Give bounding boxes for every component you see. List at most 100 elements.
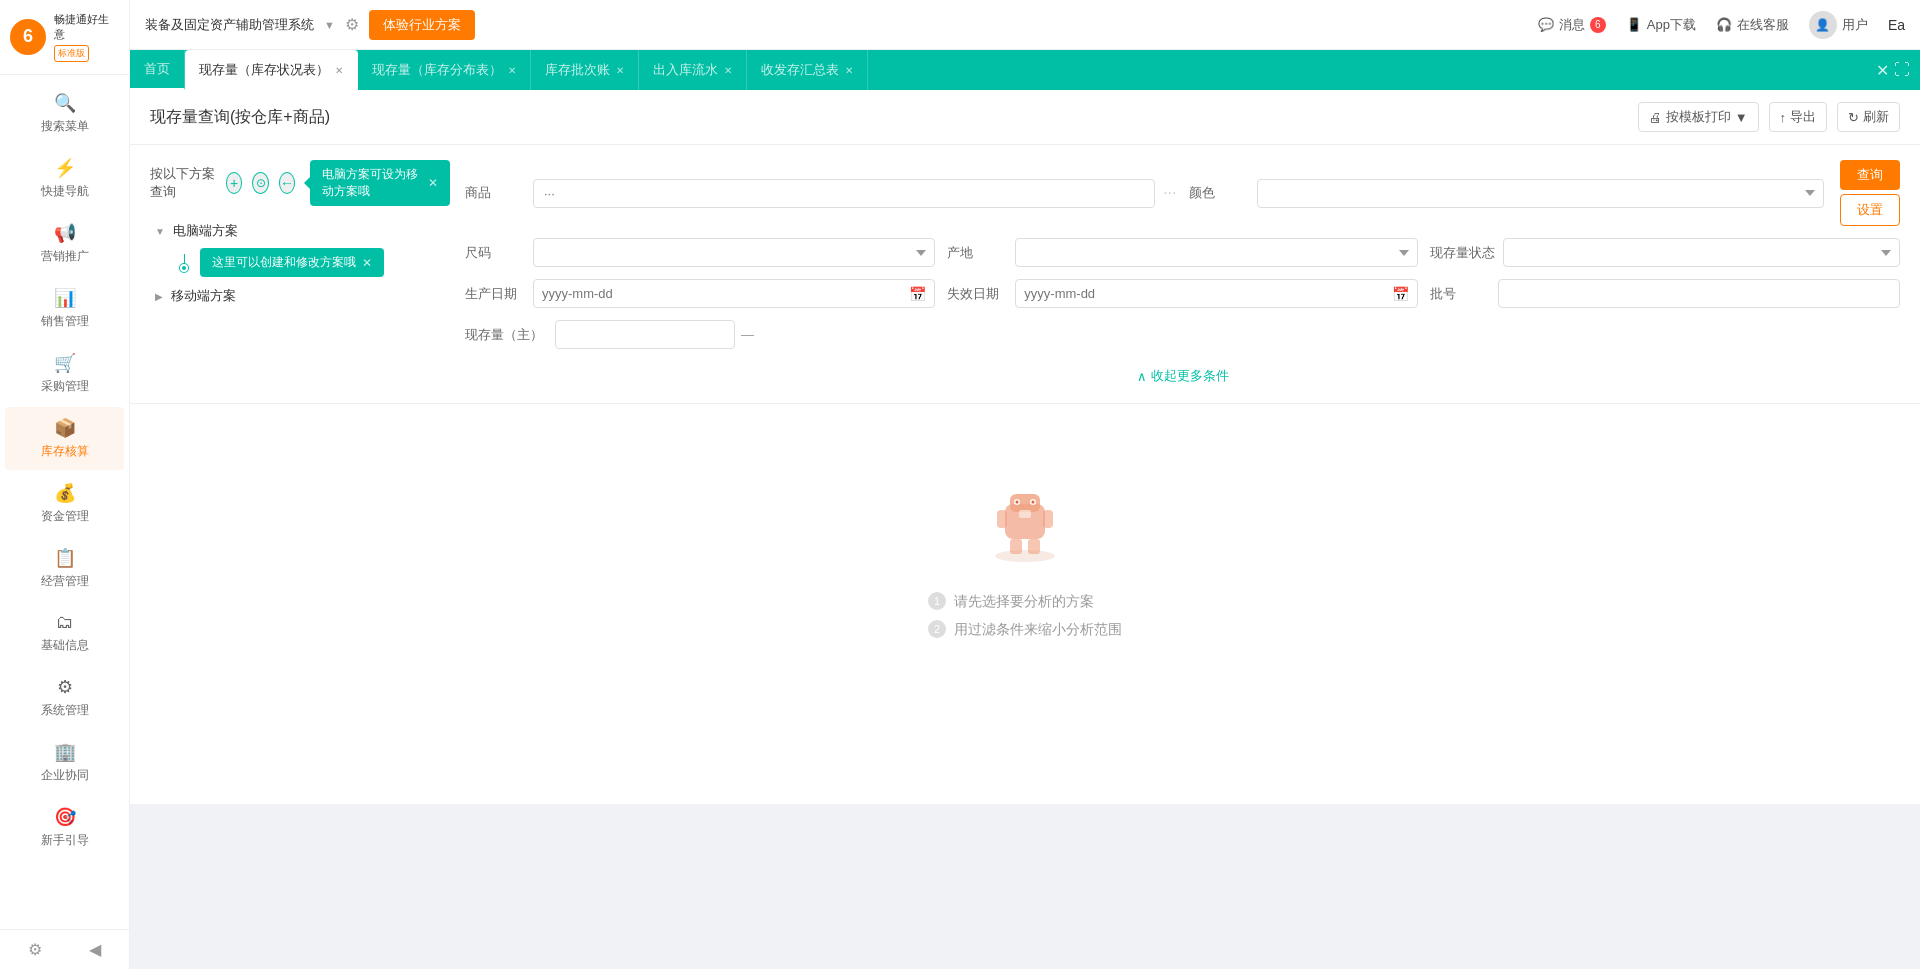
scheme-mobile-label: 移动端方案 <box>171 287 236 305</box>
filter-field-color-row: 颜色 查询 设置 <box>1189 160 1901 226</box>
tab-receive-summary-close[interactable]: ✕ <box>845 65 853 76</box>
sidebar-item-guide[interactable]: 🎯 新手引导 <box>5 796 124 859</box>
message-icon: 💬 <box>1538 17 1554 32</box>
exp-date-input[interactable] <box>1024 280 1387 307</box>
basic-icon: 🗂 <box>56 612 74 633</box>
stock-status-label: 现存量状态 <box>1430 244 1495 262</box>
range-sep: — <box>741 327 754 342</box>
empty-state: 1 请先选择要分析的方案 2 用过滤条件来缩小分析范围 <box>130 404 1920 723</box>
sales-icon: 📊 <box>54 287 76 309</box>
tooltip-create-close[interactable]: ✕ <box>362 256 372 270</box>
collapse-sidebar-btn[interactable]: ◀ <box>89 940 101 959</box>
filter-arrow-btn[interactable]: ← <box>279 172 295 194</box>
tab-close-all-btn[interactable]: ✕ <box>1876 61 1889 80</box>
tab-receive-summary[interactable]: 收发存汇总表 ✕ <box>747 50 868 90</box>
tooltip-scheme-close[interactable]: ✕ <box>428 176 438 190</box>
sidebar-item-inventory[interactable]: 📦 库存核算 <box>5 407 124 470</box>
page-header: 现存量查询(按仓库+商品) 🖨 按模板打印 ▼ ↑ 导出 ↻ 刷新 <box>130 90 1920 145</box>
tab-batch-account[interactable]: 库存批次账 ✕ <box>531 50 639 90</box>
app-download-label: App下载 <box>1647 16 1696 34</box>
mfg-date-label: 生产日期 <box>465 285 525 303</box>
app-download-item[interactable]: 📱 App下载 <box>1626 16 1696 34</box>
filter-copy-btn[interactable]: ⊙ <box>252 172 268 194</box>
collapse-label: 收起更多条件 <box>1151 367 1229 385</box>
settings-btn[interactable]: ⚙ <box>28 940 42 959</box>
filter-field-origin: 产地 <box>947 238 1417 267</box>
tab-receive-summary-label: 收发存汇总表 <box>761 61 839 79</box>
empty-step-2: 2 用过滤条件来缩小分析范围 <box>928 615 1122 643</box>
page-title: 现存量查询(按仓库+商品) <box>150 107 330 128</box>
tab-batch-account-close[interactable]: ✕ <box>616 65 624 76</box>
color-select[interactable] <box>1257 179 1825 208</box>
sidebar-item-sales[interactable]: 📊 销售管理 <box>5 277 124 340</box>
product-label: 商品 <box>465 184 525 202</box>
plan-button[interactable]: 体验行业方案 <box>369 10 475 40</box>
sidebar-item-corp[interactable]: 🏢 企业协同 <box>5 731 124 794</box>
scheme-mobile-toggle[interactable]: ▶ <box>155 291 163 302</box>
empty-step-1: 1 请先选择要分析的方案 <box>928 587 1122 615</box>
sidebar-item-basic[interactable]: 🗂 基础信息 <box>5 602 124 664</box>
sidebar-item-label: 销售管理 <box>41 313 89 330</box>
tab-batch-account-label: 库存批次账 <box>545 61 610 79</box>
mfg-date-field: 📅 <box>533 279 935 308</box>
online-service-item[interactable]: 🎧 在线客服 <box>1716 16 1789 34</box>
filter-header-label: 按以下方案查询 <box>150 165 216 201</box>
tab-in-out-flow[interactable]: 出入库流水 ✕ <box>639 50 747 90</box>
message-item[interactable]: 💬 消息 6 <box>1538 16 1606 34</box>
scheme-desktop-toggle[interactable]: ▼ <box>155 226 165 237</box>
reset-btn[interactable]: 设置 <box>1840 194 1900 226</box>
filter-field-size: 尺码 <box>465 238 935 267</box>
print-btn[interactable]: 🖨 按模板打印 ▼ <box>1638 102 1759 132</box>
exp-date-calendar-icon[interactable]: 📅 <box>1392 286 1409 302</box>
filter-more-fields: 生产日期 📅 失效日期 📅 批号 <box>465 279 1900 308</box>
sidebar-item-quick-nav[interactable]: ⚡ 快捷导航 <box>5 147 124 210</box>
sidebar-item-system[interactable]: ⚙ 系统管理 <box>5 666 124 729</box>
tab-inventory-dist[interactable]: 现存量（库存分布表） ✕ <box>358 50 531 90</box>
header-settings-icon[interactable]: ⚙ <box>345 15 359 34</box>
stock-status-select[interactable] <box>1503 238 1900 267</box>
product-input[interactable] <box>533 179 1155 208</box>
print-icon: 🖨 <box>1649 110 1662 125</box>
online-service-label: 在线客服 <box>1737 16 1789 34</box>
size-select[interactable] <box>533 238 935 267</box>
sidebar-item-label: 搜索菜单 <box>41 118 89 135</box>
mfg-date-input[interactable] <box>542 280 905 307</box>
sidebar-logo: 6 畅捷通好生意 标准版 <box>0 0 129 75</box>
export-btn[interactable]: ↑ 导出 <box>1769 102 1828 132</box>
collapse-bar[interactable]: ∧ 收起更多条件 <box>465 359 1900 393</box>
inventory-icon: 📦 <box>54 417 76 439</box>
sidebar-item-purchase[interactable]: 🛒 采购管理 <box>5 342 124 405</box>
tab-fullscreen-btn[interactable]: ⛶ <box>1894 61 1910 79</box>
step-num-2: 2 <box>928 620 946 638</box>
sidebar-item-marketing[interactable]: 📢 营销推广 <box>5 212 124 275</box>
filter-add-btn[interactable]: + <box>226 172 242 194</box>
batch-no-input[interactable] <box>1498 279 1900 308</box>
tab-inventory-status[interactable]: 现存量（库存状况表） ✕ <box>185 50 358 90</box>
refresh-btn[interactable]: ↻ 刷新 <box>1837 102 1900 132</box>
sidebar-item-operation[interactable]: 📋 经营管理 <box>5 537 124 600</box>
origin-select[interactable] <box>1015 238 1417 267</box>
mfg-date-calendar-icon[interactable]: 📅 <box>909 286 926 302</box>
logo-icon: 6 <box>10 19 46 55</box>
svg-rect-10 <box>1010 539 1022 554</box>
print-dropdown-icon: ▼ <box>1735 110 1748 125</box>
sidebar-item-finance[interactable]: 💰 资金管理 <box>5 472 124 535</box>
tab-in-out-flow-close[interactable]: ✕ <box>724 65 732 76</box>
step-1-text: 请先选择要分析的方案 <box>954 587 1094 615</box>
tab-inventory-dist-close[interactable]: ✕ <box>508 65 516 76</box>
tab-inventory-status-close[interactable]: ✕ <box>335 65 343 76</box>
user-item[interactable]: 👤 用户 <box>1809 11 1868 39</box>
svg-rect-9 <box>1043 510 1053 528</box>
filter-stock-qty-row: 现存量（主） — <box>465 320 1900 349</box>
svg-rect-11 <box>1028 539 1040 554</box>
stock-qty-min-input[interactable] <box>555 320 735 349</box>
query-btn[interactable]: 查询 <box>1840 160 1900 190</box>
sidebar-item-search[interactable]: 🔍 搜索菜单 <box>5 82 124 145</box>
tab-home[interactable]: 首页 <box>130 50 185 90</box>
guide-icon: 🎯 <box>54 806 76 828</box>
sidebar-item-label: 企业协同 <box>41 767 89 784</box>
tab-home-label: 首页 <box>144 60 170 78</box>
service-icon: 🎧 <box>1716 17 1732 32</box>
scheme-desktop-sub: 这里可以创建和修改方案哦 ✕ <box>155 248 450 277</box>
filter-fields-panel: 商品 ··· 颜色 查询 设置 <box>465 160 1900 393</box>
